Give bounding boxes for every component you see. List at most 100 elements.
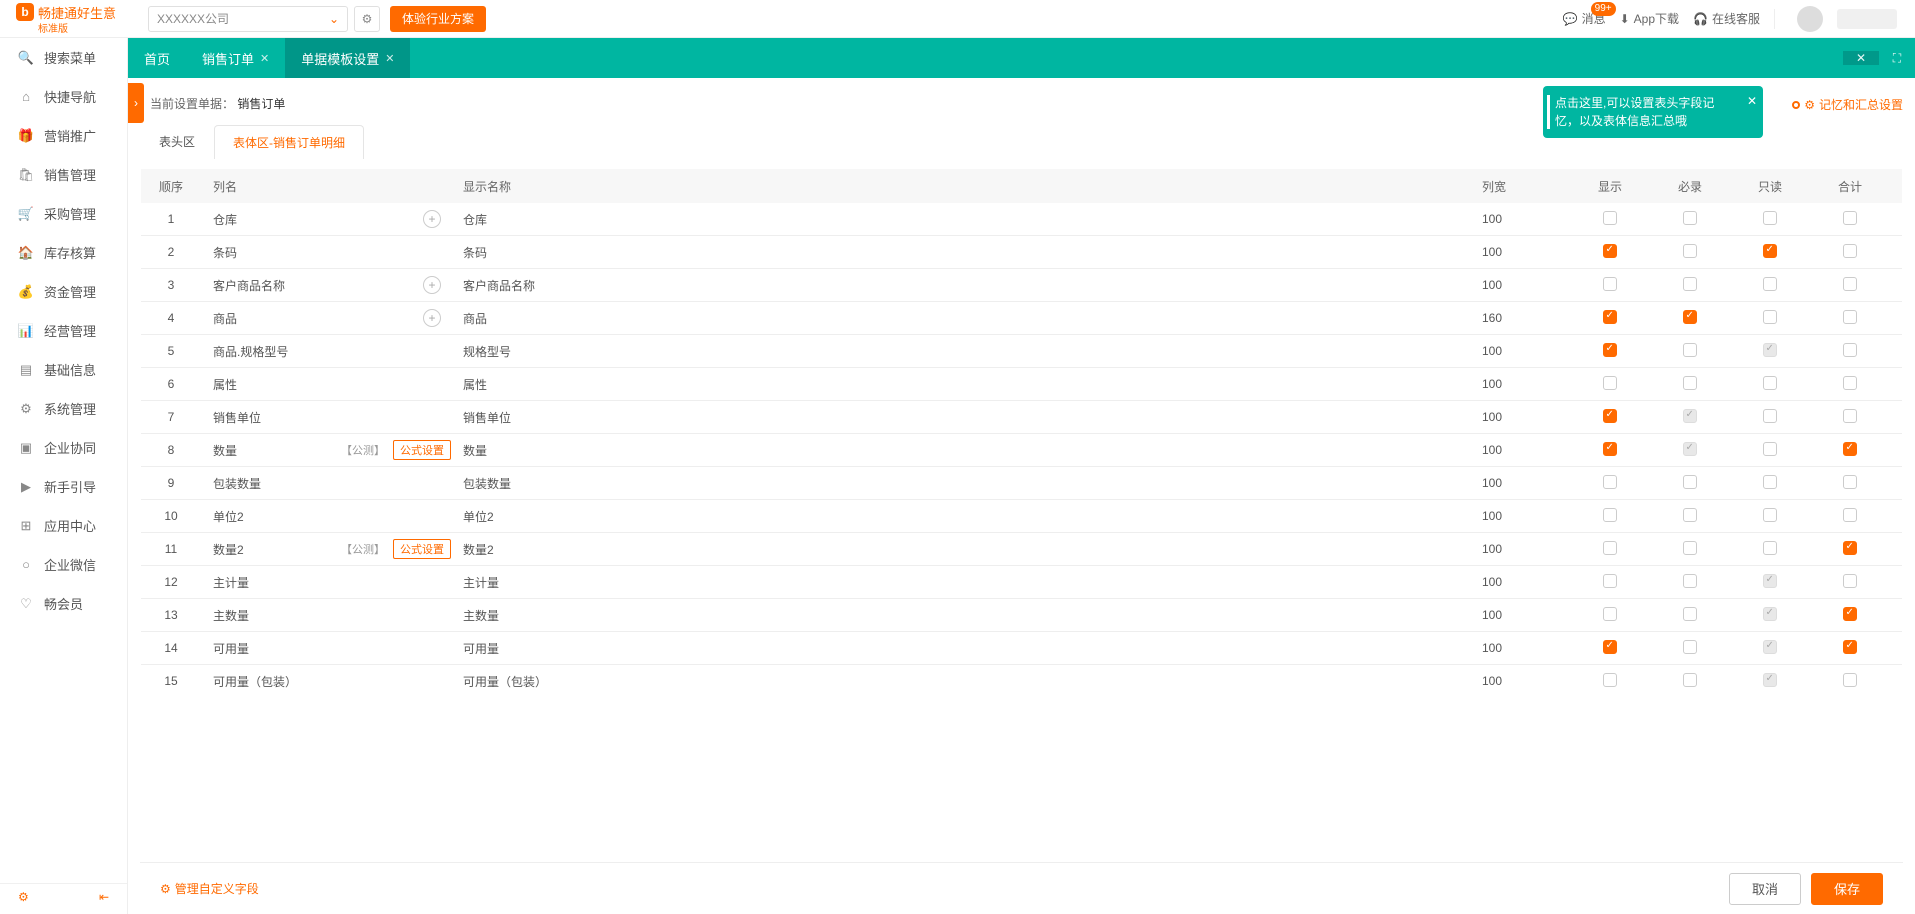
row-display[interactable]: 主数量: [451, 607, 1470, 624]
row-width[interactable]: 100: [1470, 674, 1570, 688]
checkbox-checked[interactable]: [1843, 541, 1857, 555]
row-width[interactable]: 100: [1470, 443, 1570, 457]
checkbox-unchecked[interactable]: [1603, 607, 1617, 621]
checkbox-unchecked[interactable]: [1763, 310, 1777, 324]
checkbox-unchecked[interactable]: [1683, 343, 1697, 357]
sidebar-item-12[interactable]: ⊞应用中心: [0, 506, 127, 545]
row-width[interactable]: 100: [1470, 641, 1570, 655]
manage-custom-fields-link[interactable]: ⚙ 管理自定义字段: [160, 880, 259, 897]
company-select[interactable]: XXXXXX公司 ⌄: [148, 6, 348, 32]
checkbox-checked[interactable]: [1603, 310, 1617, 324]
row-width[interactable]: 100: [1470, 542, 1570, 556]
sub-tab-0[interactable]: 表头区: [140, 124, 214, 158]
checkbox-unchecked[interactable]: [1603, 541, 1617, 555]
checkbox-unchecked[interactable]: [1763, 277, 1777, 291]
expand-handle[interactable]: ›: [128, 83, 144, 123]
row-display[interactable]: 数量2: [451, 541, 1470, 558]
message-tool[interactable]: 💬 消息 99+: [1563, 10, 1606, 27]
checkbox-unchecked[interactable]: [1763, 211, 1777, 225]
save-button[interactable]: 保存: [1811, 873, 1883, 905]
checkbox-unchecked[interactable]: [1683, 541, 1697, 555]
sidebar-item-5[interactable]: 🏠库存核算: [0, 233, 127, 272]
sidebar-item-4[interactable]: 🛒采购管理: [0, 194, 127, 233]
sidebar-settings-icon[interactable]: ⚙: [18, 890, 29, 904]
checkbox-unchecked[interactable]: [1843, 310, 1857, 324]
checkbox-checked[interactable]: [1603, 409, 1617, 423]
sidebar-item-9[interactable]: ⚙系统管理: [0, 389, 127, 428]
row-width[interactable]: 100: [1470, 575, 1570, 589]
add-icon[interactable]: +: [423, 309, 441, 327]
checkbox-unchecked[interactable]: [1603, 211, 1617, 225]
row-width[interactable]: 100: [1470, 278, 1570, 292]
sidebar-collapse-icon[interactable]: ⇤: [99, 890, 109, 904]
row-width[interactable]: 160: [1470, 311, 1570, 325]
checkbox-unchecked[interactable]: [1683, 244, 1697, 258]
checkbox-unchecked[interactable]: [1683, 508, 1697, 522]
sidebar-item-1[interactable]: ⌂快捷导航: [0, 77, 127, 116]
row-width[interactable]: 100: [1470, 410, 1570, 424]
checkbox-unchecked[interactable]: [1603, 475, 1617, 489]
checkbox-unchecked[interactable]: [1683, 574, 1697, 588]
tab-0[interactable]: 首页: [128, 38, 186, 78]
avatar[interactable]: [1797, 6, 1823, 32]
memory-summary-link[interactable]: ⚙ 记忆和汇总设置: [1792, 96, 1903, 113]
fullscreen-button[interactable]: ⛶: [1879, 51, 1915, 66]
checkbox-unchecked[interactable]: [1843, 508, 1857, 522]
checkbox-unchecked[interactable]: [1603, 673, 1617, 687]
close-icon[interactable]: ✕: [260, 52, 269, 65]
sidebar-item-7[interactable]: 📊经营管理: [0, 311, 127, 350]
sidebar-item-3[interactable]: 🛍销售管理: [0, 155, 127, 194]
add-icon[interactable]: +: [423, 210, 441, 228]
checkbox-unchecked[interactable]: [1763, 508, 1777, 522]
close-tooltip-button[interactable]: ✕: [1747, 92, 1757, 110]
checkbox-checked[interactable]: [1843, 442, 1857, 456]
checkbox-unchecked[interactable]: [1843, 673, 1857, 687]
checkbox-checked[interactable]: [1603, 343, 1617, 357]
checkbox-unchecked[interactable]: [1683, 475, 1697, 489]
checkbox-unchecked[interactable]: [1683, 607, 1697, 621]
checkbox-unchecked[interactable]: [1843, 277, 1857, 291]
tab-2[interactable]: 单据模板设置✕: [285, 38, 410, 78]
checkbox-checked[interactable]: [1603, 640, 1617, 654]
checkbox-unchecked[interactable]: [1843, 409, 1857, 423]
checkbox-checked[interactable]: [1843, 607, 1857, 621]
checkbox-unchecked[interactable]: [1763, 409, 1777, 423]
checkbox-unchecked[interactable]: [1843, 475, 1857, 489]
sub-tab-1[interactable]: 表体区-销售订单明细: [214, 125, 364, 159]
row-width[interactable]: 100: [1470, 476, 1570, 490]
checkbox-checked[interactable]: [1603, 442, 1617, 456]
row-display[interactable]: 条码: [451, 244, 1470, 261]
row-display[interactable]: 客户商品名称: [451, 277, 1470, 294]
checkbox-unchecked[interactable]: [1843, 376, 1857, 390]
cancel-button[interactable]: 取消: [1729, 873, 1801, 905]
sidebar-item-14[interactable]: ♡畅会员: [0, 584, 127, 623]
row-display[interactable]: 销售单位: [451, 409, 1470, 426]
checkbox-unchecked[interactable]: [1843, 211, 1857, 225]
download-tool[interactable]: ⬇ App下载: [1620, 10, 1679, 27]
checkbox-checked[interactable]: [1763, 244, 1777, 258]
formula-link[interactable]: 公式设置: [393, 539, 451, 559]
row-display[interactable]: 可用量（包装）: [451, 673, 1470, 690]
checkbox-unchecked[interactable]: [1843, 244, 1857, 258]
row-display[interactable]: 包装数量: [451, 475, 1470, 492]
sidebar-item-10[interactable]: ▣企业协同: [0, 428, 127, 467]
checkbox-unchecked[interactable]: [1603, 574, 1617, 588]
checkbox-unchecked[interactable]: [1843, 574, 1857, 588]
add-icon[interactable]: +: [423, 276, 441, 294]
checkbox-unchecked[interactable]: [1603, 277, 1617, 291]
checkbox-checked[interactable]: [1843, 640, 1857, 654]
checkbox-unchecked[interactable]: [1763, 475, 1777, 489]
row-width[interactable]: 100: [1470, 245, 1570, 259]
checkbox-unchecked[interactable]: [1763, 376, 1777, 390]
row-display[interactable]: 规格型号: [451, 343, 1470, 360]
row-width[interactable]: 100: [1470, 377, 1570, 391]
row-width[interactable]: 100: [1470, 608, 1570, 622]
tab-1[interactable]: 销售订单✕: [186, 38, 285, 78]
formula-link[interactable]: 公式设置: [393, 440, 451, 460]
try-industry-button[interactable]: 体验行业方案: [390, 6, 486, 32]
row-width[interactable]: 100: [1470, 212, 1570, 226]
row-width[interactable]: 100: [1470, 344, 1570, 358]
support-tool[interactable]: 🎧 在线客服: [1693, 10, 1760, 27]
row-display[interactable]: 商品: [451, 310, 1470, 327]
row-width[interactable]: 100: [1470, 509, 1570, 523]
